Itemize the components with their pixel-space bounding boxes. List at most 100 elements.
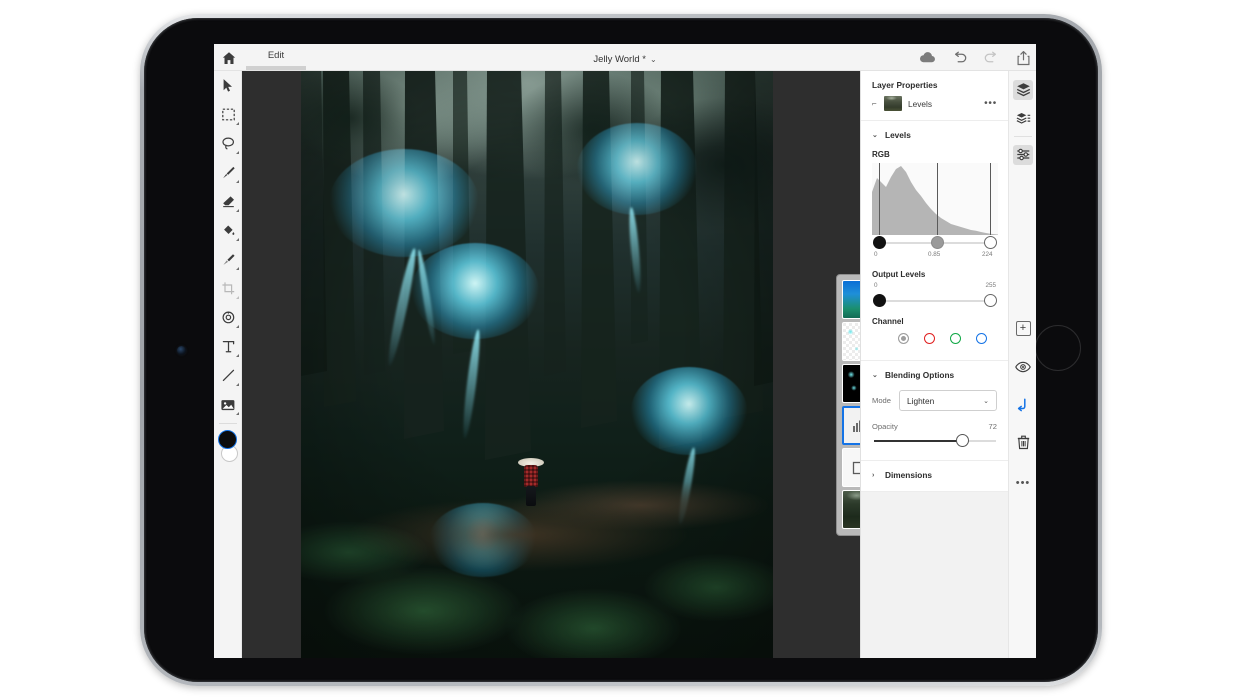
input-black-value: 0 — [874, 251, 878, 258]
input-gamma-handle[interactable] — [931, 236, 944, 249]
output-black-handle[interactable] — [873, 294, 886, 307]
channel-label: Channel — [872, 317, 904, 326]
cloud-sync-icon[interactable] — [919, 49, 936, 66]
histogram[interactable] — [872, 163, 998, 235]
clipping-mask-icon[interactable] — [1009, 390, 1036, 419]
layer-stack-panel[interactable] — [836, 274, 860, 536]
blending-section-header[interactable]: ⌄ Blending Options — [861, 361, 1008, 386]
histogram-gamma-stem — [937, 163, 939, 235]
channel-blue-button[interactable] — [976, 333, 987, 344]
rail-divider — [1013, 136, 1032, 137]
redo-icon[interactable] — [983, 49, 1000, 66]
share-icon[interactable] — [1015, 49, 1032, 66]
tablet-device: Edit Jelly World * ⌄ Layer Properties ⌐ … — [140, 14, 1102, 686]
levels-section: ⌄ Levels RGB 0 0.85 224 Output Levels 0 … — [861, 121, 1008, 361]
layers-panel-icon[interactable] — [1009, 75, 1036, 104]
tab-edit-indicator — [246, 66, 306, 70]
chevron-down-icon: ⌄ — [872, 132, 878, 139]
layer-thumb-levels[interactable] — [842, 406, 860, 445]
layer-thumbnail — [884, 96, 902, 111]
undo-icon[interactable] — [951, 49, 968, 66]
place-image-tool[interactable] — [214, 390, 242, 419]
delete-trash-icon[interactable] — [1009, 428, 1036, 457]
adjustments-icon[interactable] — [1009, 140, 1036, 169]
crop-tool[interactable] — [214, 274, 242, 303]
channel-rgb-button[interactable] — [898, 333, 909, 344]
visibility-eye-icon[interactable] — [1009, 352, 1036, 381]
canvas-area[interactable] — [242, 71, 860, 658]
panel-title: Layer Properties — [861, 71, 1008, 96]
blend-mode-value: Lighten — [907, 395, 935, 406]
opacity-value: 72 — [988, 422, 997, 431]
output-white-value: 255 — [985, 282, 996, 289]
layer-thumb-gradient[interactable] — [842, 280, 860, 319]
move-tool[interactable] — [214, 71, 242, 100]
channel-green-button[interactable] — [950, 333, 961, 344]
chevron-down-icon: ⌄ — [649, 55, 657, 64]
layer-thumb-blackwhite[interactable] — [842, 448, 860, 487]
top-toolbar: Edit Jelly World * ⌄ — [214, 44, 1036, 71]
chevron-down-icon: ⌄ — [872, 372, 878, 379]
color-swatches[interactable] — [214, 428, 242, 470]
tool-divider — [218, 423, 237, 424]
type-tool[interactable] — [214, 332, 242, 361]
blend-mode-select[interactable]: Lighten ⌄ — [899, 390, 997, 411]
output-levels-values: 0 255 — [872, 282, 998, 293]
layer-properties-section: Layer Properties ⌐ Levels ••• — [861, 71, 1008, 121]
histogram-black-stem — [879, 163, 881, 235]
smudge-tool[interactable] — [214, 245, 242, 274]
blending-body: Mode Lighten ⌄ Opacity 72 — [861, 386, 1008, 460]
eraser-tool[interactable] — [214, 187, 242, 216]
lasso-tool[interactable] — [214, 129, 242, 158]
tool-rail — [214, 71, 242, 658]
top-actions — [919, 44, 1032, 71]
levels-histogram-icon — [853, 420, 860, 432]
output-levels-track[interactable] — [872, 293, 998, 309]
foreground-color-swatch[interactable] — [218, 430, 237, 449]
selected-layer-row[interactable]: ⌐ Levels ••• — [861, 96, 1008, 120]
artwork-canvas[interactable] — [301, 71, 773, 658]
input-gamma-value: 0.85 — [928, 251, 941, 258]
layer-thumb-forest-photo[interactable] — [842, 490, 860, 529]
opacity-header: Opacity 72 — [872, 422, 997, 431]
tab-edit-label: Edit — [267, 50, 285, 61]
more-options-icon[interactable]: ••• — [1009, 468, 1036, 497]
opacity-slider-fill — [874, 440, 962, 442]
layer-actions-group: + ••• — [1009, 314, 1036, 497]
opacity-slider-knob[interactable] — [956, 434, 969, 447]
brush-tool[interactable] — [214, 158, 242, 187]
home-icon[interactable] — [220, 49, 238, 67]
histogram-white-stem — [990, 163, 992, 235]
rgb-label: RGB — [861, 146, 1008, 161]
layer-properties-icon[interactable] — [1009, 104, 1036, 133]
line-tool[interactable] — [214, 361, 242, 390]
clone-stamp-tool[interactable] — [214, 303, 242, 332]
channel-selector[interactable] — [872, 326, 997, 348]
histogram-curve — [872, 166, 998, 235]
levels-section-title: Levels — [885, 130, 911, 140]
input-levels-track[interactable] — [872, 235, 998, 251]
channel-red-button[interactable] — [924, 333, 935, 344]
layer-thumb-transparent[interactable] — [842, 322, 860, 361]
layer-thumb-jellyfish[interactable] — [842, 364, 860, 403]
blending-options-section: ⌄ Blending Options Mode Lighten ⌄ Opacit… — [861, 361, 1008, 461]
dimensions-section-title: Dimensions — [885, 470, 933, 480]
tablet-bezel: Edit Jelly World * ⌄ Layer Properties ⌐ … — [144, 18, 1098, 682]
document-title: Jelly World * — [593, 54, 646, 65]
input-white-handle[interactable] — [984, 236, 997, 249]
marquee-select-tool[interactable] — [214, 100, 242, 129]
layer-name-label: Levels — [908, 98, 932, 109]
blend-mode-label: Mode — [872, 396, 891, 405]
black-white-adjustment-icon — [852, 461, 860, 474]
dimensions-section-header[interactable]: › Dimensions — [861, 461, 1008, 491]
opacity-slider[interactable] — [872, 434, 998, 448]
paint-bucket-tool[interactable] — [214, 216, 242, 245]
output-white-handle[interactable] — [984, 294, 997, 307]
input-black-handle[interactable] — [873, 236, 886, 249]
document-title-area[interactable]: Jelly World * ⌄ — [214, 44, 1036, 71]
add-layer-icon[interactable]: + — [1009, 314, 1036, 343]
levels-section-header[interactable]: ⌄ Levels — [861, 121, 1008, 146]
input-white-value: 224 — [982, 251, 993, 258]
home-button[interactable] — [1035, 325, 1081, 371]
layer-more-icon[interactable]: ••• — [984, 98, 997, 109]
